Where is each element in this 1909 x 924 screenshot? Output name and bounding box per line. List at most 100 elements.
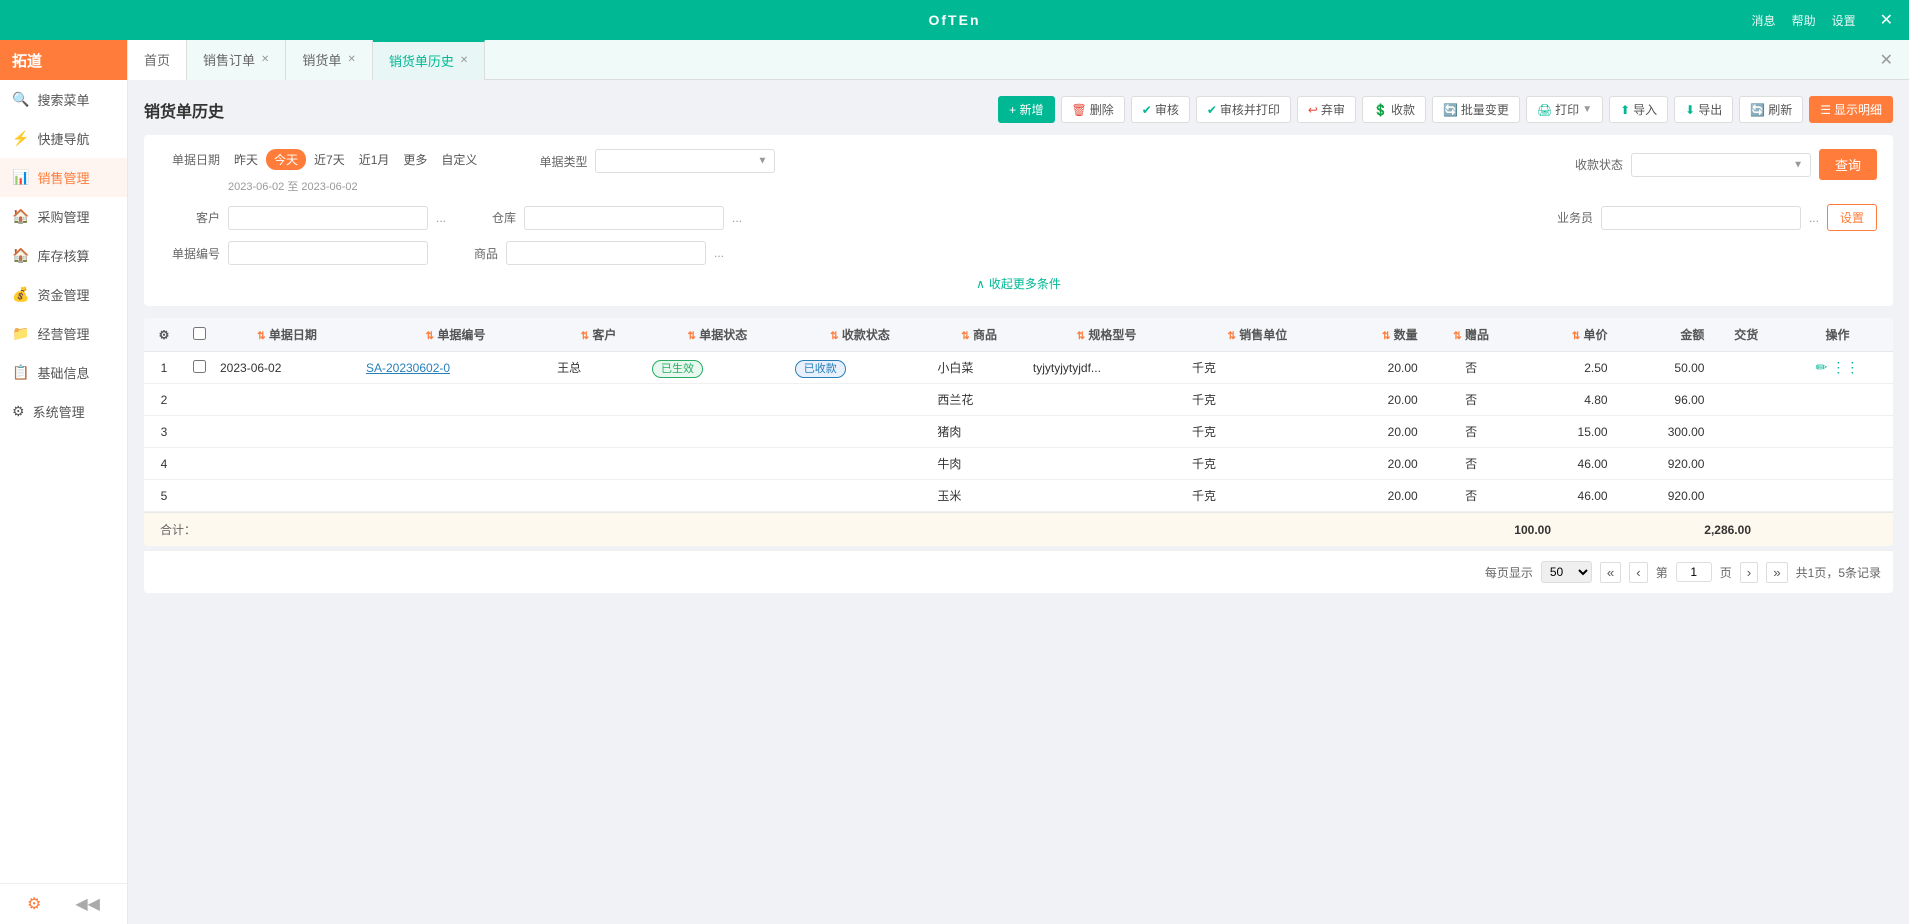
- batch-change-button[interactable]: 🔄 批量变更: [1432, 96, 1520, 123]
- sidebar-bottom-gear-icon[interactable]: ⚙: [27, 894, 41, 914]
- page-input[interactable]: [1676, 562, 1712, 582]
- more-icon-0[interactable]: ⋮⋮: [1831, 359, 1859, 375]
- col-qty-header[interactable]: ⇅ 数量: [1329, 318, 1424, 352]
- cell-price-1: 4.80: [1519, 384, 1614, 416]
- cell-check-1[interactable]: [184, 384, 214, 416]
- table-row: 2 西兰花 千克 20.00 否 4.80 96.00: [144, 384, 1893, 416]
- tab-sales-order-close[interactable]: ✕: [261, 54, 269, 65]
- top-message[interactable]: 消息: [1752, 12, 1776, 29]
- setup-button[interactable]: 设置: [1827, 204, 1877, 231]
- goods-filter-input[interactable]: [506, 241, 706, 265]
- col-paystatus-header[interactable]: ⇅ 收款状态: [789, 318, 932, 352]
- cell-check-3[interactable]: [184, 448, 214, 480]
- settings-gear-icon[interactable]: ⚙: [159, 328, 170, 342]
- show-detail-button[interactable]: ☰ 显示明细: [1809, 96, 1893, 123]
- col-gift-header[interactable]: ⇅ 赠品: [1424, 318, 1519, 352]
- doc-type-select[interactable]: [595, 149, 775, 173]
- top-close[interactable]: ✕: [1880, 10, 1893, 30]
- date-shortcut-1month[interactable]: 近1月: [353, 149, 396, 170]
- col-goods-header[interactable]: ⇅ 商品: [931, 318, 1027, 352]
- per-page-select[interactable]: 50 100 200: [1541, 561, 1592, 583]
- first-page-btn[interactable]: «: [1600, 562, 1621, 583]
- col-orderno-header[interactable]: ⇅ 单据编号: [360, 318, 551, 352]
- print-button[interactable]: 🖨 打印 ▼: [1526, 96, 1603, 123]
- cell-orderno-3[interactable]: [360, 448, 551, 480]
- abandon-button[interactable]: ↩ 弃审: [1297, 96, 1356, 123]
- date-shortcut-more[interactable]: 更多: [397, 149, 433, 170]
- tab-sales-order[interactable]: 销售订单 ✕: [187, 40, 286, 80]
- row-checkbox-0[interactable]: [193, 360, 206, 373]
- doc-type-label: 单据类型: [539, 153, 587, 170]
- cell-trade-2: [1710, 416, 1782, 448]
- cell-num-0: 1: [144, 352, 184, 384]
- last-page-btn[interactable]: »: [1766, 562, 1787, 583]
- tab-close-all[interactable]: ✕: [1864, 50, 1909, 70]
- goods-ellipsis[interactable]: ...: [714, 246, 724, 260]
- sidebar-item-basic-info[interactable]: 📋 基础信息: [0, 353, 127, 392]
- col-settings[interactable]: ⚙: [144, 318, 184, 352]
- cell-trade-3: [1710, 448, 1782, 480]
- filter-collapse-btn[interactable]: ∧ 收起更多条件: [160, 275, 1877, 292]
- col-unit-header[interactable]: ⇅ 销售单位: [1186, 318, 1329, 352]
- tab-sales-goods[interactable]: 销货单 ✕: [286, 40, 372, 80]
- cell-check-4[interactable]: [184, 480, 214, 512]
- col-date-header[interactable]: ⇅ 单据日期: [214, 318, 360, 352]
- sidebar-item-sys-mgmt[interactable]: ⚙ 系统管理: [0, 392, 127, 431]
- tab-sales-history[interactable]: 销货单历史 ✕: [373, 40, 485, 80]
- salesperson-filter-input[interactable]: [1601, 206, 1801, 230]
- sidebar-item-finance-mgmt[interactable]: 💰 资金管理: [0, 275, 127, 314]
- import-button[interactable]: ⬆ 导入: [1609, 96, 1668, 123]
- col-price-header[interactable]: ⇅ 单价: [1519, 318, 1614, 352]
- export-button[interactable]: ⬇ 导出: [1674, 96, 1733, 123]
- refresh-button[interactable]: 🔄 刷新: [1739, 96, 1803, 123]
- tab-sales-history-close[interactable]: ✕: [460, 55, 468, 66]
- sidebar-item-purchase-mgmt[interactable]: 🏠 采购管理: [0, 197, 127, 236]
- cell-orderno-0[interactable]: SA-20230602-0: [360, 352, 551, 384]
- sidebar-item-inventory[interactable]: 🏠 库存核算: [0, 236, 127, 275]
- query-button[interactable]: 查询: [1819, 149, 1877, 180]
- delete-button[interactable]: 🗑 删除: [1061, 96, 1125, 123]
- cell-orderno-1[interactable]: [360, 384, 551, 416]
- date-shortcut-yesterday[interactable]: 昨天: [228, 149, 264, 170]
- sidebar-item-quick-nav[interactable]: ⚡ 快捷导航: [0, 119, 127, 158]
- basic-info-icon: 📋: [12, 364, 29, 381]
- cell-docstatus-1: [646, 384, 789, 416]
- collect-button[interactable]: 💲 收款: [1362, 96, 1426, 123]
- next-page-btn[interactable]: ›: [1740, 562, 1758, 583]
- sidebar-item-sales-mgmt[interactable]: 📊 销售管理: [0, 158, 127, 197]
- tab-sales-goods-close[interactable]: ✕: [347, 54, 355, 65]
- top-help[interactable]: 帮助: [1792, 12, 1816, 29]
- sidebar-item-ops-mgmt[interactable]: 📁 经营管理: [0, 314, 127, 353]
- date-shortcut-custom[interactable]: 自定义: [435, 149, 483, 170]
- pay-status-select[interactable]: [1631, 153, 1811, 177]
- edit-icon-0[interactable]: ✏: [1816, 359, 1828, 375]
- date-shortcut-7days[interactable]: 近7天: [308, 149, 351, 170]
- sidebar-collapse-icon[interactable]: ◀◀: [75, 894, 100, 914]
- col-docstatus-header[interactable]: ⇅ 单据状态: [646, 318, 789, 352]
- warehouse-ellipsis[interactable]: ...: [732, 211, 742, 225]
- docno-filter-label: 单据编号: [160, 245, 220, 262]
- prev-page-btn[interactable]: ‹: [1629, 562, 1647, 583]
- approve-print-button[interactable]: ✔ 审核并打印: [1196, 96, 1291, 123]
- docno-filter-input[interactable]: [228, 241, 428, 265]
- salesperson-ellipsis[interactable]: ...: [1809, 211, 1819, 225]
- select-all-checkbox[interactable]: [193, 327, 206, 340]
- show-detail-icon: ☰: [1820, 103, 1831, 117]
- cell-gift-1: 否: [1424, 384, 1519, 416]
- approve-button[interactable]: ✔ 审核: [1131, 96, 1190, 123]
- cell-check-2[interactable]: [184, 416, 214, 448]
- cell-orderno-2[interactable]: [360, 416, 551, 448]
- new-button[interactable]: + 新增: [998, 96, 1054, 123]
- top-settings[interactable]: 设置: [1832, 12, 1856, 29]
- warehouse-filter-input[interactable]: [524, 206, 724, 230]
- customer-ellipsis[interactable]: ...: [436, 211, 446, 225]
- cell-unit-3: 千克: [1186, 448, 1329, 480]
- col-customer-header[interactable]: ⇅ 客户: [551, 318, 646, 352]
- cell-check-0[interactable]: [184, 352, 214, 384]
- col-spec-header[interactable]: ⇅ 规格型号: [1027, 318, 1186, 352]
- tab-home[interactable]: 首页: [128, 40, 187, 80]
- customer-filter-input[interactable]: [228, 206, 428, 230]
- cell-orderno-4[interactable]: [360, 480, 551, 512]
- date-shortcut-today[interactable]: 今天: [266, 149, 306, 170]
- sidebar-item-search-menu[interactable]: 🔍 搜索菜单: [0, 80, 127, 119]
